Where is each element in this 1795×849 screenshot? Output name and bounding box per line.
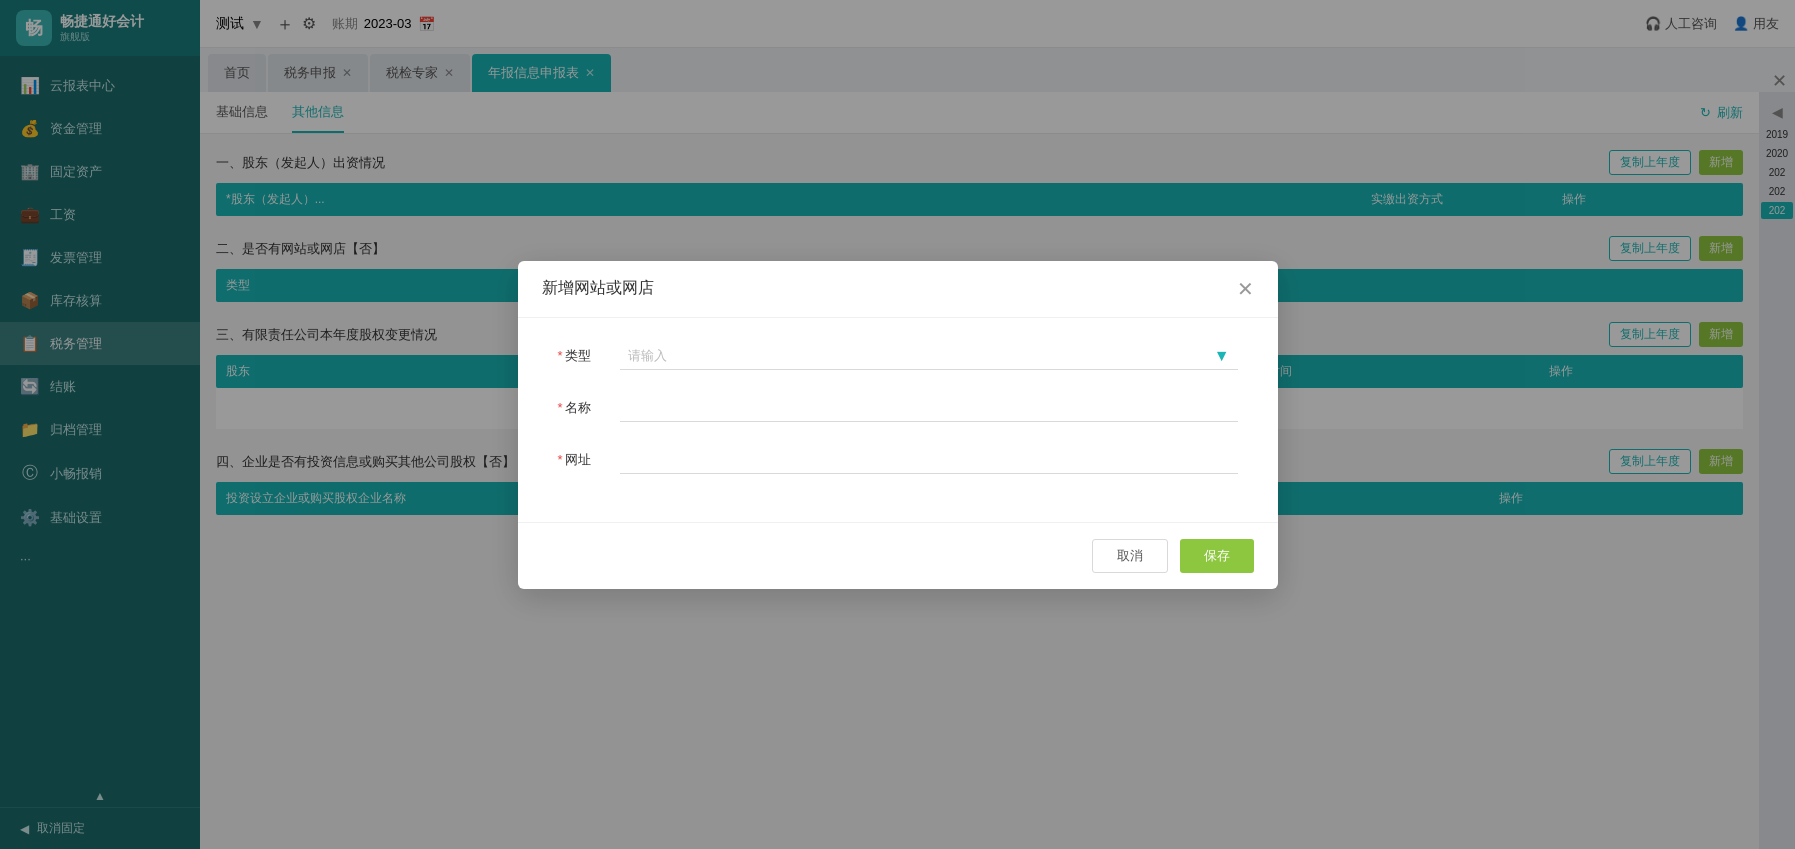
url-input[interactable] <box>620 446 1238 474</box>
type-label: * 类型 <box>558 347 608 365</box>
form-row-type: * 类型 ▼ <box>558 342 1238 370</box>
name-label: * 名称 <box>558 399 608 417</box>
modal-header: 新增网站或网店 ✕ <box>518 261 1278 318</box>
modal-body: * 类型 ▼ * 名称 * <box>518 318 1278 522</box>
name-input-wrap <box>620 394 1238 422</box>
name-input[interactable] <box>620 394 1238 422</box>
save-button[interactable]: 保存 <box>1180 539 1254 573</box>
modal-add-website: 新增网站或网店 ✕ * 类型 ▼ * 名称 <box>518 261 1278 589</box>
type-input-wrap: ▼ <box>620 342 1238 370</box>
modal-footer: 取消 保存 <box>518 522 1278 589</box>
modal-title: 新增网站或网店 <box>542 278 654 299</box>
type-input[interactable] <box>620 342 1238 370</box>
form-row-name: * 名称 <box>558 394 1238 422</box>
cancel-button[interactable]: 取消 <box>1092 539 1168 573</box>
url-label: * 网址 <box>558 451 608 469</box>
form-row-url: * 网址 <box>558 446 1238 474</box>
modal-overlay: 新增网站或网店 ✕ * 类型 ▼ * 名称 <box>0 0 1795 849</box>
url-input-wrap <box>620 446 1238 474</box>
modal-close-btn[interactable]: ✕ <box>1237 277 1254 301</box>
